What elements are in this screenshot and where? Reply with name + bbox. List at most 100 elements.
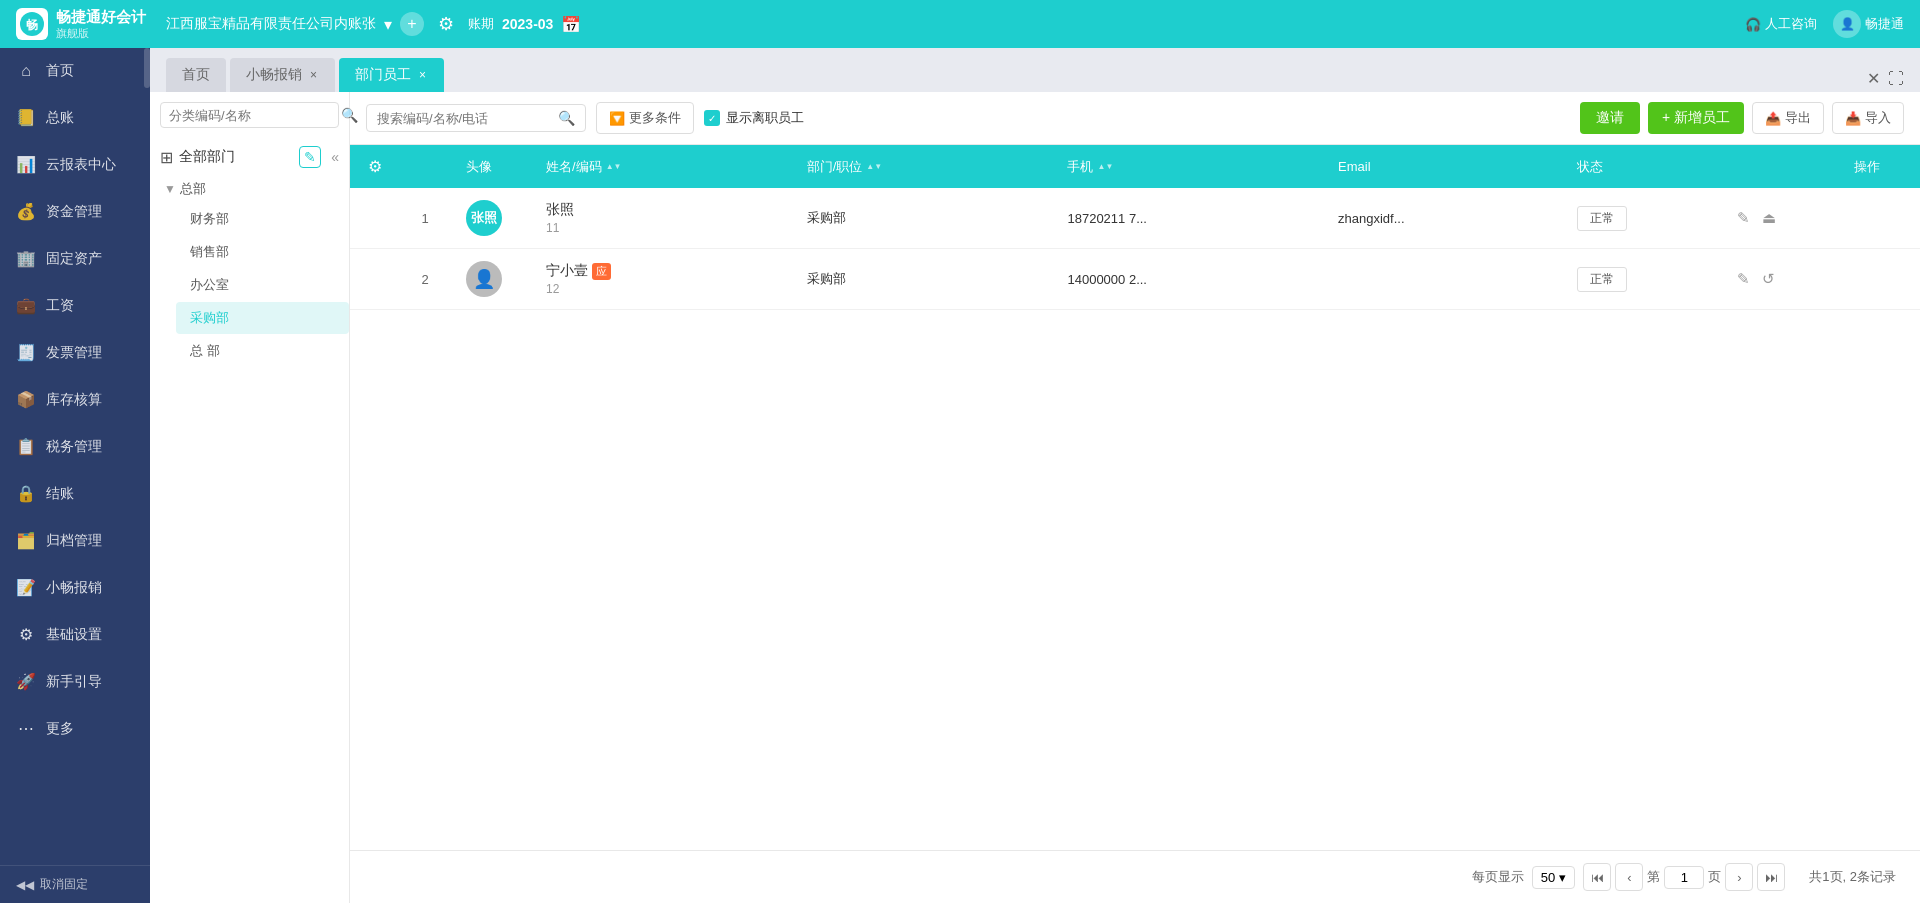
row2-avatar-cell: 👤 bbox=[450, 249, 530, 310]
row2-emp-name: 宁小壹 bbox=[546, 262, 588, 280]
tab-expense-close-btn[interactable]: × bbox=[308, 69, 319, 81]
sidebar-item-close[interactable]: 🔒 结账 bbox=[0, 470, 150, 517]
show-resigned-checkbox[interactable]: ✓ bbox=[704, 110, 720, 126]
th-phone[interactable]: 手机 ▲▼ bbox=[1051, 145, 1322, 188]
add-employee-btn[interactable]: + 新增员工 bbox=[1648, 102, 1744, 134]
more-filter-btn[interactable]: 🔽 更多条件 bbox=[596, 102, 694, 134]
dept-edit-btn[interactable]: ✎ bbox=[299, 146, 321, 168]
sidebar-label-reports: 云报表中心 bbox=[46, 156, 116, 174]
page-label: 第 bbox=[1647, 868, 1660, 886]
sidebar-item-reports[interactable]: 📊 云报表中心 bbox=[0, 141, 150, 188]
row2-status: 正常 bbox=[1561, 249, 1721, 310]
calendar-icon[interactable]: 📅 bbox=[561, 15, 581, 34]
sidebar-label-guide: 新手引导 bbox=[46, 673, 102, 691]
home-icon: ⌂ bbox=[16, 62, 36, 80]
sidebar-item-tax[interactable]: 📋 税务管理 bbox=[0, 423, 150, 470]
sidebar-label-close: 结账 bbox=[46, 485, 74, 503]
th-name[interactable]: 姓名/编码 ▲▼ bbox=[530, 145, 791, 188]
tab-maximize-btn[interactable]: ⛶ bbox=[1888, 70, 1904, 88]
add-company-btn[interactable]: + bbox=[400, 12, 424, 36]
tab-dept-employee-close-btn[interactable]: × bbox=[417, 69, 428, 81]
sidebar-item-expense[interactable]: 📝 小畅报销 bbox=[0, 564, 150, 611]
dept-search-input[interactable] bbox=[169, 108, 337, 123]
th-status: 状态 bbox=[1561, 145, 1721, 188]
last-page-btn[interactable]: ⏭ bbox=[1757, 863, 1785, 891]
sidebar-item-archive[interactable]: 🗂️ 归档管理 bbox=[0, 517, 150, 564]
page-number-input[interactable] bbox=[1664, 866, 1704, 889]
sidebar-label-settings: 基础设置 bbox=[46, 626, 102, 644]
dept-item-finance[interactable]: 财务部 bbox=[176, 203, 349, 235]
invite-btn[interactable]: 邀请 bbox=[1580, 102, 1640, 134]
all-dept-header[interactable]: ⊞ 全部部门 ✎ « bbox=[150, 138, 349, 176]
row1-logout-icon[interactable]: ⏏ bbox=[1762, 209, 1776, 227]
employee-search-icon[interactable]: 🔍 bbox=[558, 110, 575, 126]
row2-name-code: 宁小壹 应 12 bbox=[546, 262, 775, 296]
sidebar-item-inventory[interactable]: 📦 库存核算 bbox=[0, 376, 150, 423]
next-page-btn[interactable]: › bbox=[1725, 863, 1753, 891]
row1-dept: 采购部 bbox=[791, 188, 1052, 249]
sidebar-item-salary[interactable]: 💼 工资 bbox=[0, 282, 150, 329]
sidebar-item-more[interactable]: ⋯ 更多 bbox=[0, 705, 150, 752]
more-icon: ⋯ bbox=[16, 719, 36, 738]
sidebar-label-more: 更多 bbox=[46, 720, 74, 738]
per-page-select[interactable]: 50 ▾ bbox=[1532, 866, 1575, 889]
sidebar-item-ledger[interactable]: 📒 总账 bbox=[0, 94, 150, 141]
employee-search-input[interactable] bbox=[377, 111, 552, 126]
filter-icon: 🔽 bbox=[609, 111, 625, 126]
sidebar-item-funds[interactable]: 💰 资金管理 bbox=[0, 188, 150, 235]
tab-expense[interactable]: 小畅报销 × bbox=[230, 58, 335, 92]
th-dept-label: 部门/职位 bbox=[807, 158, 863, 176]
pin-toggle-btn[interactable]: ◀◀ 取消固定 bbox=[0, 865, 150, 903]
dept-collapse-btn[interactable]: « bbox=[331, 149, 339, 165]
pin-label: 取消固定 bbox=[40, 876, 88, 893]
tab-home[interactable]: 首页 bbox=[166, 58, 226, 92]
employee-search-box: 🔍 bbox=[366, 104, 586, 132]
row1-name-cell: 张照 11 bbox=[530, 188, 791, 249]
company-dropdown-btn[interactable]: ▾ bbox=[384, 15, 392, 34]
assets-icon: 🏢 bbox=[16, 249, 36, 268]
salary-icon: 💼 bbox=[16, 296, 36, 315]
sidebar-item-assets[interactable]: 🏢 固定资产 bbox=[0, 235, 150, 282]
prev-page-btn[interactable]: ‹ bbox=[1615, 863, 1643, 891]
row2-name-cell: 宁小壹 应 12 bbox=[530, 249, 791, 310]
row2-refresh-icon[interactable]: ↺ bbox=[1762, 270, 1775, 288]
sidebar-item-home[interactable]: ⌂ 首页 bbox=[0, 48, 150, 94]
tab-minimize-btn[interactable]: ✕ bbox=[1867, 69, 1880, 88]
avatar: 👤 bbox=[1833, 10, 1861, 38]
column-settings-btn[interactable]: ⚙ bbox=[368, 157, 382, 176]
row1-edit-icon[interactable]: ✎ bbox=[1737, 209, 1750, 227]
show-resigned-toggle[interactable]: ✓ 显示离职员工 bbox=[704, 109, 804, 127]
import-btn[interactable]: 📥 导入 bbox=[1832, 102, 1904, 134]
dept-item-sales[interactable]: 销售部 bbox=[176, 236, 349, 268]
toolbar-right: 邀请 + 新增员工 📤 导出 📥 导入 bbox=[1580, 102, 1904, 134]
dept-item-purchasing[interactable]: 采购部 bbox=[176, 302, 349, 334]
sidebar-item-invoice[interactable]: 🧾 发票管理 bbox=[0, 329, 150, 376]
sidebar-item-settings[interactable]: ⚙ 基础设置 bbox=[0, 611, 150, 658]
th-avatar: 头像 bbox=[450, 145, 530, 188]
expense-icon: 📝 bbox=[16, 578, 36, 597]
tab-dept-employee[interactable]: 部门员工 × bbox=[339, 58, 444, 92]
dept-item-general[interactable]: 总 部 bbox=[176, 335, 349, 367]
th-dept[interactable]: 部门/职位 ▲▼ bbox=[791, 145, 1052, 188]
sidebar-item-guide[interactable]: 🚀 新手引导 bbox=[0, 658, 150, 705]
employee-toolbar: 🔍 🔽 更多条件 ✓ 显示离职员工 邀请 + 新增员工 bbox=[350, 92, 1920, 145]
table-body: 1 张照 张照 11 bbox=[350, 188, 1920, 310]
row2-ying-tag: 应 bbox=[592, 263, 611, 280]
tree-expand-icon: ▼ bbox=[164, 182, 176, 196]
th-gear: ⚙ bbox=[350, 145, 400, 188]
row2-status-badge: 正常 bbox=[1577, 267, 1627, 292]
row2-dept: 采购部 bbox=[791, 249, 1052, 310]
settings-gear-btn[interactable]: ⚙ bbox=[432, 10, 460, 38]
service-btn[interactable]: 🎧 人工咨询 bbox=[1745, 15, 1817, 33]
row2-edit-icon[interactable]: ✎ bbox=[1737, 270, 1750, 288]
dept-item-office[interactable]: 办公室 bbox=[176, 269, 349, 301]
export-btn[interactable]: 📤 导出 bbox=[1752, 102, 1824, 134]
first-page-btn[interactable]: ⏮ bbox=[1583, 863, 1611, 891]
sidebar-label-archive: 归档管理 bbox=[46, 532, 102, 550]
row1-name-code: 张照 11 bbox=[546, 201, 775, 235]
row1-action: ✎ ⏏ bbox=[1721, 188, 1920, 249]
logo-icon: 畅 bbox=[16, 8, 48, 40]
user-name: 畅捷通 bbox=[1865, 15, 1904, 33]
import-icon: 📥 bbox=[1845, 111, 1861, 126]
user-btn[interactable]: 👤 畅捷通 bbox=[1833, 10, 1904, 38]
